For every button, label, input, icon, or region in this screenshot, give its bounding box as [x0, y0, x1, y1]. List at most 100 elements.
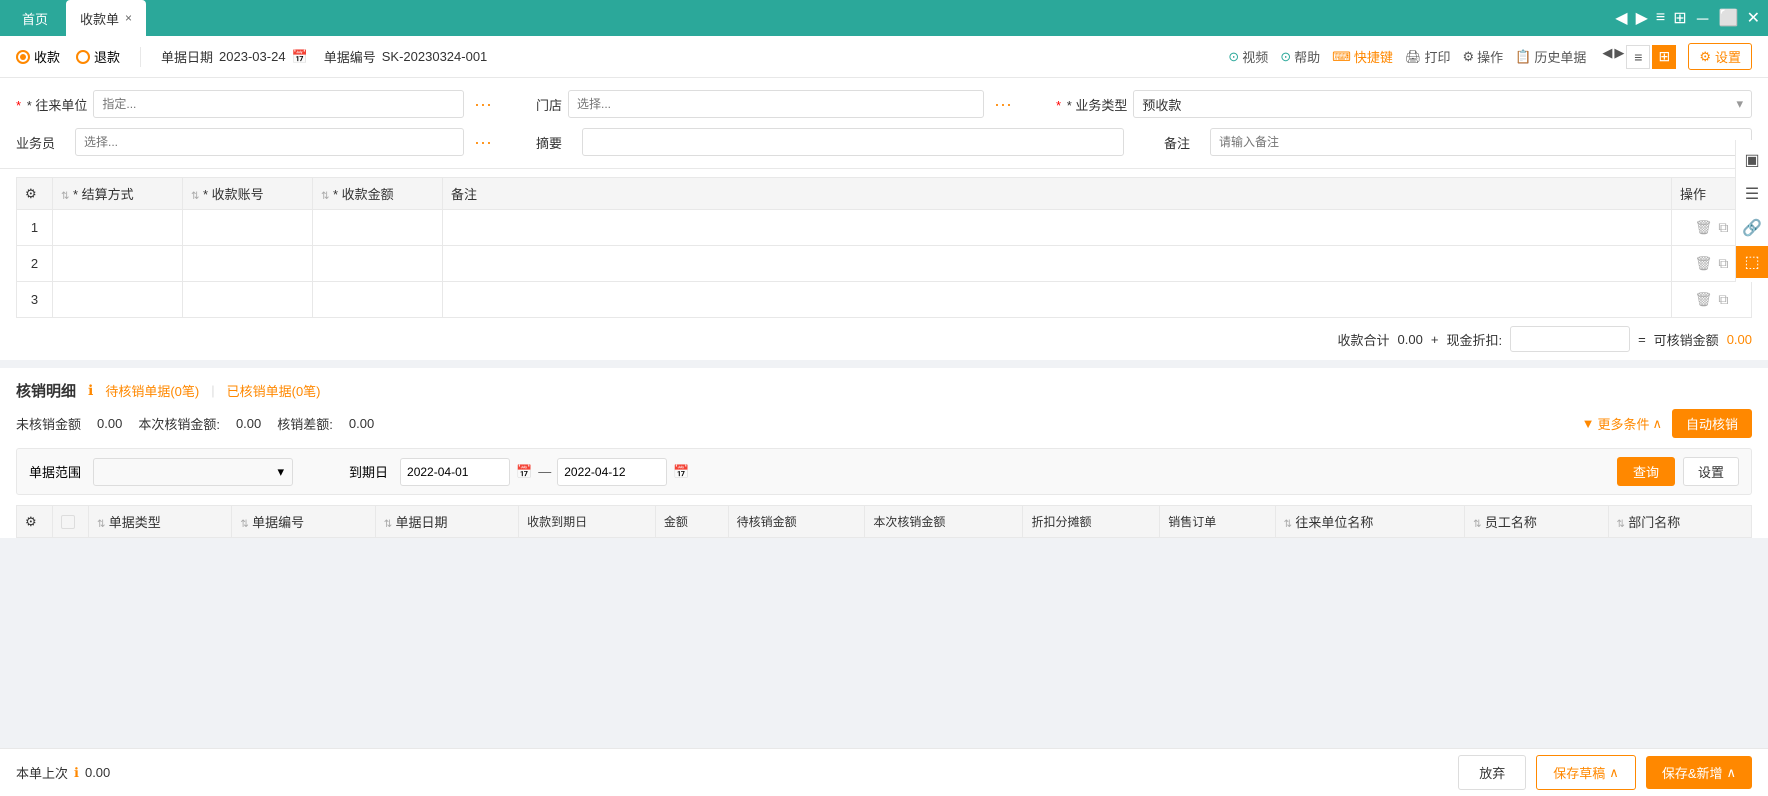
row-delete-icon-2[interactable]: 🗑: [1695, 255, 1713, 272]
verify-table: ⚙ ⇅ 单据类型 ⇅ 单据编号 ⇅ 单据日期: [16, 505, 1752, 538]
row-settle-2[interactable]: [53, 246, 183, 282]
select-all-checkbox[interactable]: [61, 515, 75, 529]
row-copy-icon-2[interactable]: ⧉: [1718, 255, 1728, 272]
tab-next-icon[interactable]: ▶: [1636, 8, 1648, 28]
vsort-staff[interactable]: ⇅: [1473, 519, 1481, 530]
vsort-type[interactable]: ⇅: [97, 519, 105, 530]
tab-home[interactable]: 首页: [8, 0, 62, 36]
help-btn[interactable]: ⊙ 帮助: [1280, 47, 1320, 66]
next-nav-icon[interactable]: ▶: [1614, 45, 1624, 69]
sidebar-icon-3[interactable]: 🔗: [1736, 212, 1768, 244]
staff-more-btn[interactable]: ···: [470, 133, 496, 151]
more-filter-btn[interactable]: ▼ 更多条件 ∧: [1582, 414, 1662, 433]
tab-receipt[interactable]: 收款单 ×: [66, 0, 146, 36]
verify-tab-separator: |: [211, 383, 214, 398]
vsort-num[interactable]: ⇅: [240, 519, 248, 530]
video-btn[interactable]: ⊙ 视频: [1228, 47, 1268, 66]
vth-settings[interactable]: ⚙: [17, 506, 53, 538]
date-to-calendar-icon[interactable]: 📅: [673, 464, 689, 480]
filter-setting-button[interactable]: 设置: [1683, 457, 1739, 486]
th-settings[interactable]: ⚙: [17, 178, 53, 210]
radio-receipt[interactable]: 收款: [16, 47, 60, 66]
date-from-input[interactable]: [400, 458, 510, 486]
row-amount-3[interactable]: [313, 282, 443, 318]
row-remark-3[interactable]: [443, 282, 1672, 318]
print-btn[interactable]: 🖨 打印: [1405, 47, 1451, 66]
row-copy-icon-3[interactable]: ⧉: [1718, 291, 1728, 308]
sidebar-icon-2[interactable]: ☰: [1736, 178, 1768, 210]
history-btn[interactable]: 📋 历史单据: [1515, 47, 1586, 66]
tab-grid-icon[interactable]: ≡: [1656, 9, 1665, 27]
scroll-area: * * 往来单位 ··· 门店 ··· * * 业务类型 预收款: [0, 78, 1768, 748]
remark-input[interactable]: [1210, 128, 1752, 156]
window-minimize-icon[interactable]: －: [1695, 6, 1711, 30]
store-more-btn[interactable]: ···: [990, 95, 1016, 113]
row-account-2[interactable]: [183, 246, 313, 282]
window-maximize-icon[interactable]: ⬜: [1719, 8, 1739, 28]
discard-button[interactable]: 放弃: [1458, 755, 1526, 790]
sort-arrows-amount[interactable]: ⇅: [321, 191, 329, 202]
staff-input[interactable]: [75, 128, 464, 156]
sort-arrows-settle[interactable]: ⇅: [61, 191, 69, 202]
row-account-3[interactable]: [183, 282, 313, 318]
query-button[interactable]: 查询: [1617, 457, 1675, 486]
row-copy-icon-1[interactable]: ⧉: [1718, 219, 1728, 236]
grid-view-btn[interactable]: ⊞: [1652, 45, 1676, 69]
receipt-table: ⚙ ⇅ * 结算方式 ⇅ * 收款账号 ⇅ * 收款金额 备注: [16, 177, 1752, 318]
biz-type-select[interactable]: 预收款 ▾: [1133, 90, 1752, 118]
vsort-date[interactable]: ⇅: [384, 519, 392, 530]
shortcut-btn[interactable]: ⌨ 快捷键: [1332, 47, 1393, 66]
save-new-button[interactable]: 保存&新增 ∧: [1646, 756, 1752, 789]
row-account-1[interactable]: [183, 210, 313, 246]
date-from-calendar-icon[interactable]: 📅: [516, 464, 532, 480]
unverified-label: 未核销金额: [16, 414, 81, 433]
prev-nav-icon[interactable]: ◀: [1602, 45, 1612, 69]
row-settle-3[interactable]: [53, 282, 183, 318]
date-to-input[interactable]: [557, 458, 667, 486]
shortcut-icon: ⌨: [1332, 49, 1351, 65]
list-view-btn[interactable]: ≡: [1626, 45, 1650, 69]
sidebar-icon-1[interactable]: ▣: [1736, 144, 1768, 176]
counterpart-input[interactable]: [93, 90, 464, 118]
verify-info-icon[interactable]: ℹ: [88, 382, 93, 399]
save-draft-button[interactable]: 保存草稿 ∧: [1536, 755, 1636, 790]
row-amount-2[interactable]: [313, 246, 443, 282]
ops-btn[interactable]: ⚙ 操作: [1462, 47, 1503, 66]
prev-order-info-icon[interactable]: ℹ: [74, 765, 79, 781]
vsort-counterpart[interactable]: ⇅: [1284, 519, 1292, 530]
row-amount-1[interactable]: [313, 210, 443, 246]
vth-staff: ⇅ 员工名称: [1465, 506, 1608, 538]
sort-arrows-account[interactable]: ⇅: [191, 191, 199, 202]
discount-input[interactable]: [1510, 326, 1630, 352]
calendar-icon[interactable]: 📅: [292, 49, 308, 65]
tab-dashboard-icon[interactable]: ⊞: [1673, 8, 1686, 28]
radio-refund[interactable]: 退款: [76, 47, 120, 66]
row-settle-1[interactable]: [53, 210, 183, 246]
table-settings-icon[interactable]: ⚙: [25, 186, 37, 201]
counterpart-more-btn[interactable]: ···: [470, 95, 496, 113]
range-select[interactable]: ▾: [93, 458, 293, 486]
ops-icon: ⚙: [1462, 49, 1474, 65]
row-delete-icon-3[interactable]: 🗑: [1695, 291, 1713, 308]
row-remark-1[interactable]: [443, 210, 1672, 246]
store-input[interactable]: [568, 90, 984, 118]
required-star: *: [16, 98, 21, 113]
th-account: ⇅ * 收款账号: [183, 178, 313, 210]
row-delete-icon-1[interactable]: 🗑: [1695, 219, 1713, 236]
tab-close-icon[interactable]: ×: [125, 11, 132, 25]
sidebar-icon-4[interactable]: ⬚: [1736, 246, 1768, 278]
verify-tab-done[interactable]: 已核销单据(0笔): [227, 381, 321, 400]
vth-checkbox[interactable]: [53, 506, 89, 538]
window-close-icon[interactable]: ✕: [1747, 8, 1760, 28]
filter-icon: ▼: [1582, 416, 1595, 431]
date-field: 单据日期 2023-03-24 📅: [161, 47, 308, 66]
vth-amount: 金额: [655, 506, 728, 538]
auto-verify-button[interactable]: 自动核销: [1672, 409, 1752, 438]
vtable-settings-icon[interactable]: ⚙: [25, 514, 37, 529]
verify-tab-pending[interactable]: 待核销单据(0笔): [105, 381, 199, 400]
tab-prev-icon[interactable]: ◀: [1615, 8, 1627, 28]
summary-input[interactable]: [582, 128, 1124, 156]
vsort-dept[interactable]: ⇅: [1617, 519, 1625, 530]
setting-button[interactable]: ⚙ 设置: [1688, 43, 1752, 70]
row-remark-2[interactable]: [443, 246, 1672, 282]
